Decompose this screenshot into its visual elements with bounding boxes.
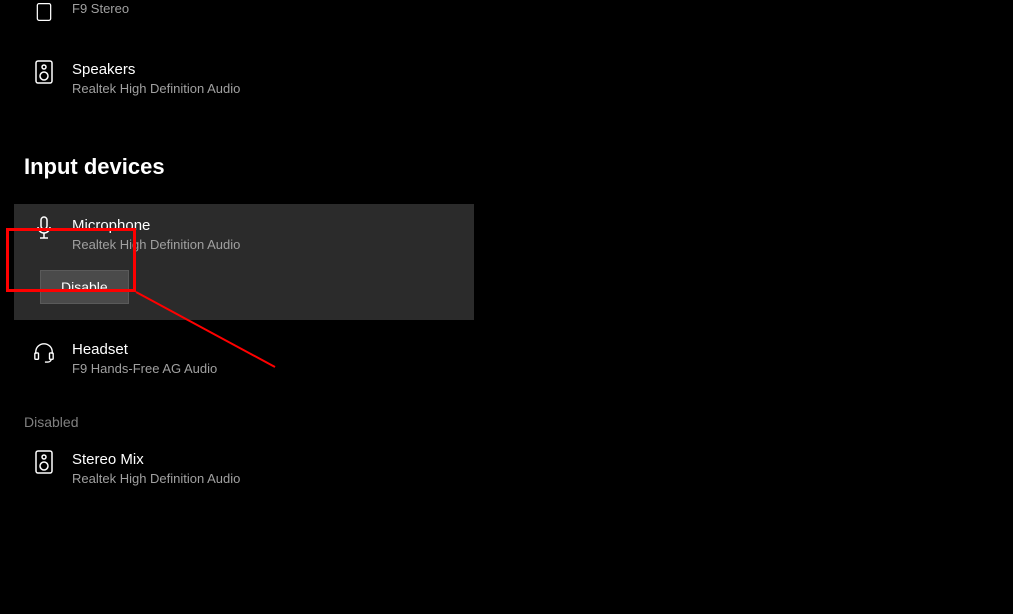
disabled-device-item[interactable]: Stereo Mix Realtek High Definition Audio — [24, 442, 474, 496]
microphone-icon — [32, 216, 56, 240]
speaker-icon — [32, 60, 56, 84]
device-text: Stereo Mix Realtek High Definition Audio — [72, 450, 240, 488]
headset-icon — [32, 340, 56, 364]
device-text: F9 Stereo — [72, 0, 129, 18]
device-text: Microphone Realtek High Definition Audio — [72, 216, 240, 254]
device-subtitle: Realtek High Definition Audio — [72, 236, 240, 254]
device-name: Headset — [72, 340, 217, 360]
output-device-item[interactable]: F9 Stereo — [24, 0, 474, 32]
device-subtitle: Realtek High Definition Audio — [72, 80, 240, 98]
output-device-item[interactable]: Speakers Realtek High Definition Audio — [24, 52, 474, 106]
speaker-icon — [32, 0, 56, 24]
input-device-item[interactable]: Headset F9 Hands-Free AG Audio — [24, 332, 474, 386]
device-name: Microphone — [72, 216, 240, 236]
device-subtitle: F9 Stereo — [72, 0, 129, 18]
device-text: Speakers Realtek High Definition Audio — [72, 60, 240, 98]
device-name: Stereo Mix — [72, 450, 240, 470]
input-devices-header: Input devices — [24, 154, 1013, 180]
speaker-icon — [32, 450, 56, 474]
input-device-item-selected[interactable]: Microphone Realtek High Definition Audio… — [14, 204, 474, 320]
device-name: Speakers — [72, 60, 240, 80]
device-text: Headset F9 Hands-Free AG Audio — [72, 340, 217, 378]
settings-content: F9 Stereo Speakers Realtek High Definiti… — [0, 0, 1013, 496]
device-subtitle: F9 Hands-Free AG Audio — [72, 360, 217, 378]
disabled-section-label: Disabled — [24, 414, 1013, 430]
device-subtitle: Realtek High Definition Audio — [72, 470, 240, 488]
disable-button[interactable]: Disable — [40, 270, 129, 304]
